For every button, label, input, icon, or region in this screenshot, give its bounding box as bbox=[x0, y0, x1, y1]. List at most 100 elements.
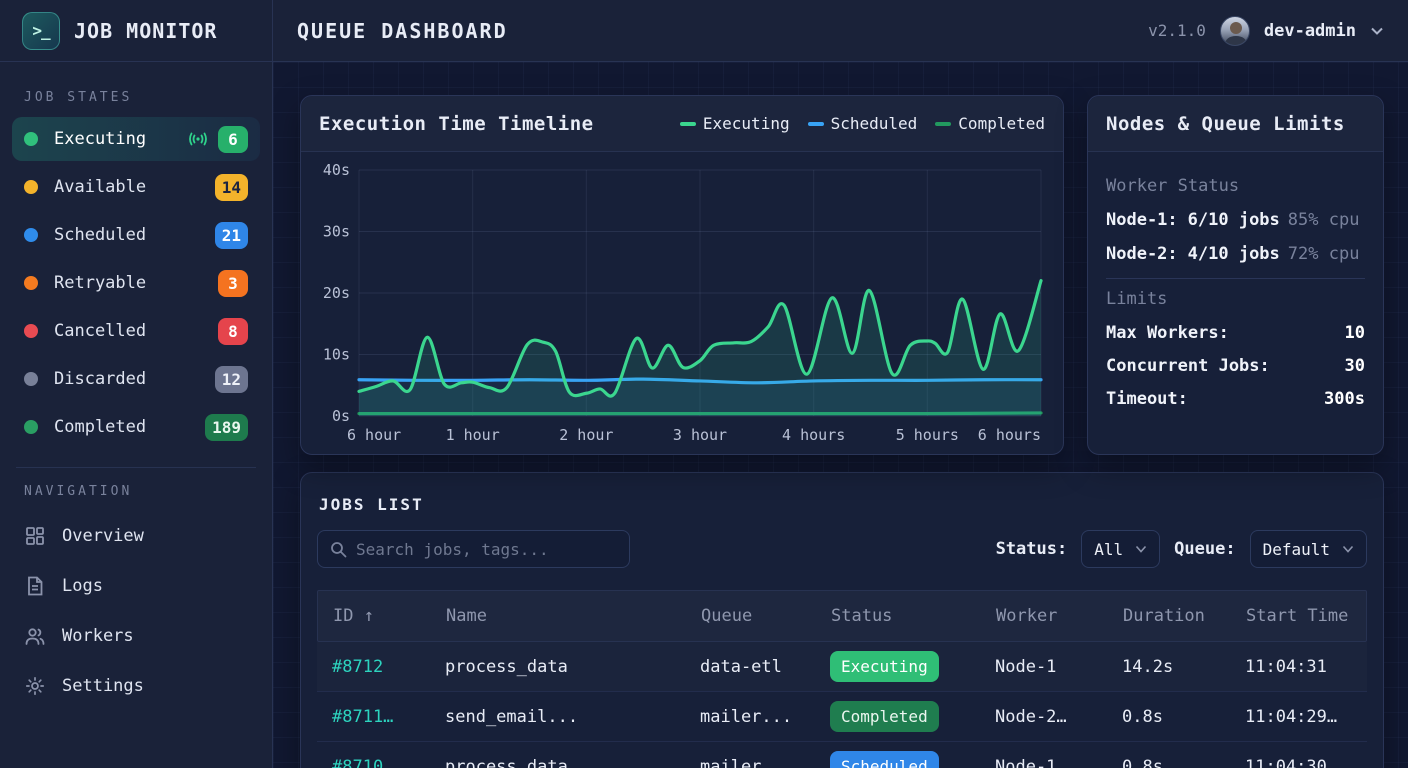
nav-item-overview[interactable]: Overview bbox=[12, 511, 260, 561]
chevron-down-icon bbox=[1342, 545, 1354, 553]
job-id-link[interactable]: #8710 bbox=[319, 757, 432, 768]
sidebar-state-discarded[interactable]: Discarded 12 bbox=[12, 357, 260, 401]
page-title: QUEUE DASHBOARD bbox=[297, 18, 508, 43]
jobs-table: ID ↑ Name Queue Status Worker Duration S… bbox=[317, 590, 1367, 768]
worker-status-title: Worker Status bbox=[1106, 176, 1240, 196]
job-start-time: 11:04:31 bbox=[1245, 656, 1327, 677]
state-dot bbox=[24, 180, 38, 194]
node-status-row: Node-1: 6/10 jobs 85% cpu bbox=[1106, 210, 1365, 230]
state-dot bbox=[24, 420, 38, 434]
sidebar-state-available[interactable]: Available 14 bbox=[12, 165, 260, 209]
svg-text:6 hours: 6 hours bbox=[978, 426, 1041, 444]
avatar[interactable] bbox=[1219, 15, 1250, 46]
timeline-card-header: Execution Time Timeline Executing Schedu… bbox=[301, 96, 1063, 152]
nav-label: Workers bbox=[62, 626, 134, 646]
table-row[interactable]: #8710 process_data mailer Scheduled Node… bbox=[317, 742, 1367, 768]
jobs-filters: Status: All Queue: Default bbox=[996, 530, 1367, 568]
state-dot bbox=[24, 324, 38, 338]
job-id-link[interactable]: #8711… bbox=[319, 707, 432, 727]
top-bar: >_ JOB MONITOR QUEUE DASHBOARD v2.1.0 de… bbox=[0, 0, 1408, 62]
limit-label: Max Workers: bbox=[1106, 323, 1229, 343]
job-duration: 0.8s bbox=[1122, 756, 1163, 768]
nav-item-workers[interactable]: Workers bbox=[12, 611, 260, 661]
svg-text:5 hours: 5 hours bbox=[896, 426, 959, 444]
header-duration[interactable]: Duration bbox=[1110, 606, 1233, 626]
node-name: Node-2: bbox=[1106, 244, 1178, 264]
jobs-list-title: JOBS LIST bbox=[319, 495, 424, 514]
svg-text:6 hour: 6 hour bbox=[347, 426, 401, 444]
sidebar-state-retryable[interactable]: Retryable 3 bbox=[12, 261, 260, 305]
sidebar-state-completed[interactable]: Completed 189 bbox=[12, 405, 260, 449]
job-id-link[interactable]: #8712 bbox=[319, 657, 432, 677]
sidebar-state-executing[interactable]: Executing 6 bbox=[12, 117, 260, 161]
chevron-down-icon[interactable] bbox=[1370, 26, 1384, 36]
grid-icon bbox=[26, 527, 44, 545]
count-badge: 12 bbox=[214, 365, 248, 393]
svg-text:40s: 40s bbox=[323, 161, 350, 179]
queue-filter-label: Queue: bbox=[1174, 539, 1236, 559]
header-start-time[interactable]: Start Time bbox=[1233, 606, 1364, 626]
node-status-row: Node-2: 4/10 jobs 72% cpu bbox=[1106, 244, 1365, 264]
jobs-table-body: #8712 process_data data-etl Executing No… bbox=[317, 642, 1367, 768]
nav-item-logs[interactable]: Logs bbox=[12, 561, 260, 611]
version-label: v2.1.0 bbox=[1148, 21, 1206, 40]
nav-item-settings[interactable]: Settings bbox=[12, 661, 260, 711]
job-duration: 0.8s bbox=[1122, 706, 1163, 727]
header-id[interactable]: ID ↑ bbox=[320, 606, 433, 626]
job-states-title: JOB STATES bbox=[24, 90, 133, 105]
jobs-list-card: JOBS LIST Status: All Que bbox=[300, 472, 1384, 768]
user-menu[interactable]: dev-admin bbox=[1264, 21, 1356, 41]
job-queue: data-etl bbox=[700, 656, 782, 677]
job-queue: mailer... bbox=[700, 706, 793, 727]
search-box[interactable] bbox=[317, 530, 630, 568]
node-name: Node-1: bbox=[1106, 210, 1178, 230]
header-name[interactable]: Name bbox=[433, 606, 688, 626]
state-label: Discarded bbox=[54, 369, 147, 389]
main-content: Execution Time Timeline Executing Schedu… bbox=[273, 62, 1408, 768]
state-dot bbox=[24, 372, 38, 386]
state-label: Scheduled bbox=[54, 225, 147, 245]
node-jobs: 6/10 jobs bbox=[1187, 210, 1280, 230]
state-label: Cancelled bbox=[54, 321, 147, 341]
state-dot bbox=[24, 276, 38, 290]
legend-completed: Completed bbox=[935, 114, 1045, 133]
job-start-time: 11:04:30 bbox=[1245, 756, 1327, 768]
sidebar-state-cancelled[interactable]: Cancelled 8 bbox=[12, 309, 260, 353]
table-row[interactable]: #8712 process_data data-etl Executing No… bbox=[317, 642, 1367, 692]
live-broadcast-icon bbox=[189, 132, 207, 146]
limit-label: Concurrent Jobs: bbox=[1106, 356, 1270, 376]
app-title: JOB MONITOR bbox=[74, 18, 218, 43]
jobs-table-header: ID ↑ Name Queue Status Worker Duration S… bbox=[317, 590, 1367, 642]
svg-text:10s: 10s bbox=[323, 346, 350, 364]
limits-divider bbox=[1106, 278, 1365, 279]
chart-legend: Executing Scheduled Completed bbox=[679, 114, 1045, 133]
limit-value: 30 bbox=[1344, 356, 1365, 376]
limit-row: Max Workers: 10 bbox=[1106, 323, 1365, 343]
sidebar-divider bbox=[16, 467, 256, 468]
header-worker[interactable]: Worker bbox=[983, 606, 1110, 626]
header-status[interactable]: Status bbox=[818, 606, 983, 626]
limits-card-title: Nodes & Queue Limits bbox=[1106, 112, 1345, 135]
document-icon bbox=[28, 576, 43, 596]
sidebar-state-scheduled[interactable]: Scheduled 21 bbox=[12, 213, 260, 257]
nav-label: Overview bbox=[62, 526, 144, 546]
queue-select-value: Default bbox=[1262, 539, 1330, 559]
queue-select[interactable]: Default bbox=[1249, 530, 1367, 568]
chevron-down-icon bbox=[1136, 545, 1147, 553]
status-select[interactable]: All bbox=[1081, 530, 1161, 568]
limits-title: Limits bbox=[1106, 289, 1168, 309]
table-row[interactable]: #8711… send_email... mailer... Completed… bbox=[317, 692, 1367, 742]
node-cpu: 72% cpu bbox=[1287, 244, 1360, 264]
state-label: Completed bbox=[54, 417, 147, 437]
svg-text:4 hours: 4 hours bbox=[782, 426, 845, 444]
top-bar-main: QUEUE DASHBOARD v2.1.0 dev-admin bbox=[273, 0, 1408, 61]
header-queue[interactable]: Queue bbox=[688, 606, 818, 626]
node-cpu: 85% cpu bbox=[1287, 210, 1360, 230]
count-badge: 14 bbox=[214, 173, 248, 201]
count-badge: 8 bbox=[218, 317, 248, 345]
count-badge: 3 bbox=[218, 269, 248, 297]
svg-text:30s: 30s bbox=[323, 223, 350, 241]
chart-title: Execution Time Timeline bbox=[319, 112, 594, 135]
legend-executing: Executing bbox=[679, 114, 790, 133]
search-input[interactable] bbox=[356, 539, 617, 559]
